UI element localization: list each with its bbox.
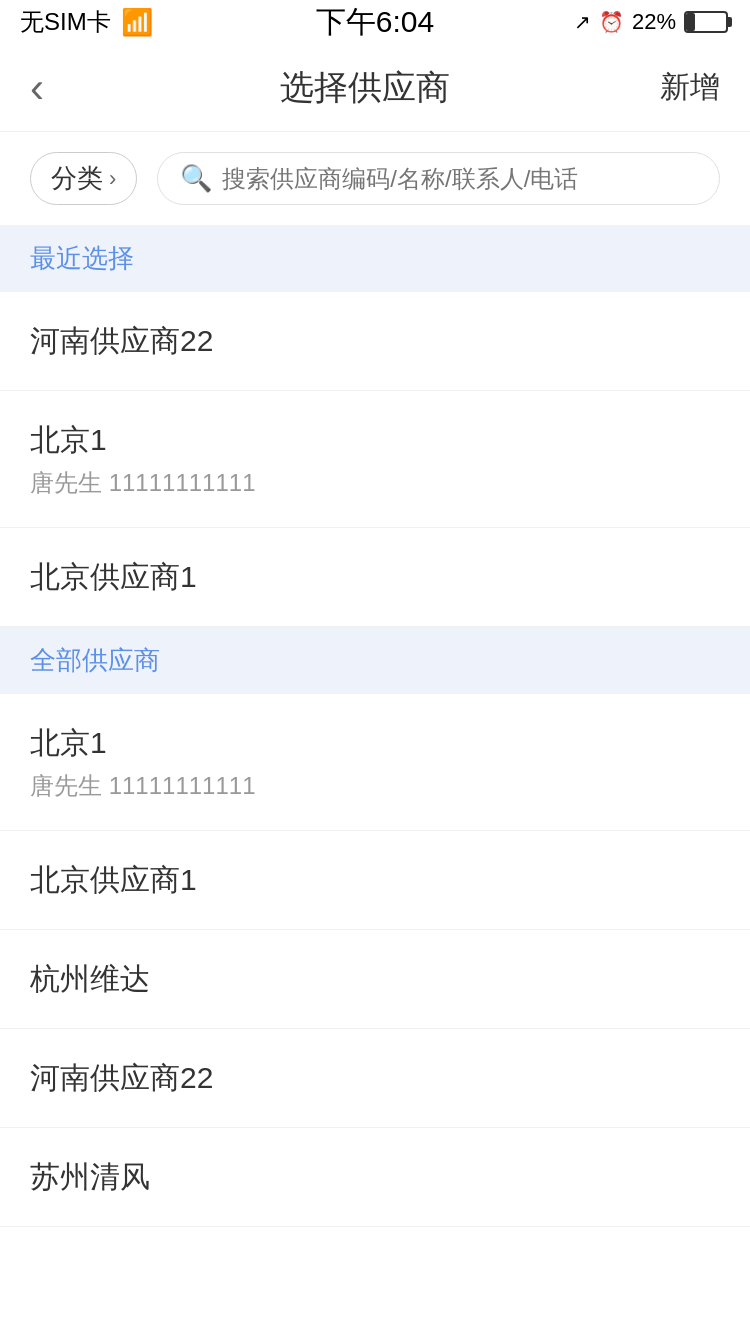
page-title: 选择供应商 bbox=[280, 65, 450, 111]
category-label: 分类 bbox=[51, 161, 103, 196]
item-name: 河南供应商22 bbox=[30, 320, 720, 362]
battery-icon bbox=[684, 11, 730, 33]
item-name: 北京1 bbox=[30, 419, 720, 461]
all-section-label: 全部供应商 bbox=[30, 645, 160, 675]
nav-bar: ‹ 选择供应商 新增 bbox=[0, 44, 750, 132]
item-name: 杭州维达 bbox=[30, 958, 720, 1000]
list-item[interactable]: 北京1 唐先生 11111111111 bbox=[0, 694, 750, 831]
item-name: 北京供应商1 bbox=[30, 556, 720, 598]
status-left: 无SIM卡 📶 bbox=[20, 6, 153, 38]
item-name: 北京供应商1 bbox=[30, 859, 720, 901]
alarm-icon: ⏰ bbox=[599, 10, 624, 34]
location-icon: ↗ bbox=[574, 10, 591, 34]
status-right: ↗ ⏰ 22% bbox=[574, 9, 730, 35]
item-name: 河南供应商22 bbox=[30, 1057, 720, 1099]
list-item[interactable]: 苏州清风 bbox=[0, 1128, 750, 1227]
recent-section-label: 最近选择 bbox=[30, 243, 134, 273]
filter-row: 分类 › 🔍 bbox=[0, 132, 750, 225]
list-item[interactable]: 杭州维达 bbox=[0, 930, 750, 1029]
back-button[interactable]: ‹ bbox=[30, 64, 90, 112]
all-list: 北京1 唐先生 11111111111 北京供应商1 杭州维达河南供应商22 苏州清风 bbox=[0, 694, 750, 1227]
status-bar: 无SIM卡 📶 下午6:04 ↗ ⏰ 22% bbox=[0, 0, 750, 44]
list-item[interactable]: 河南供应商22 bbox=[0, 1029, 750, 1128]
search-input[interactable] bbox=[222, 165, 697, 193]
list-item[interactable]: 北京供应商1 bbox=[0, 528, 750, 627]
list-item[interactable]: 北京1 唐先生 11111111111 bbox=[0, 391, 750, 528]
list-item[interactable]: 河南供应商22 bbox=[0, 292, 750, 391]
battery-percentage: 22% bbox=[632, 9, 676, 35]
category-filter-button[interactable]: 分类 › bbox=[30, 152, 137, 205]
status-time: 下午6:04 bbox=[316, 2, 434, 43]
search-box: 🔍 bbox=[157, 152, 720, 205]
wifi-icon: 📶 bbox=[121, 7, 153, 38]
item-sub: 唐先生 11111111111 bbox=[30, 770, 720, 802]
item-name: 苏州清风 bbox=[30, 1156, 720, 1198]
chevron-right-icon: › bbox=[109, 166, 116, 192]
list-item[interactable]: 北京供应商1 bbox=[0, 831, 750, 930]
add-button[interactable]: 新增 bbox=[640, 67, 720, 108]
item-sub: 唐先生 11111111111 bbox=[30, 467, 720, 499]
search-icon: 🔍 bbox=[180, 163, 212, 194]
recent-section-header: 最近选择 bbox=[0, 225, 750, 292]
no-sim-label: 无SIM卡 bbox=[20, 6, 111, 38]
recent-list: 河南供应商22 北京1 唐先生 11111111111 北京供应商1 bbox=[0, 292, 750, 627]
item-name: 北京1 bbox=[30, 722, 720, 764]
all-section-header: 全部供应商 bbox=[0, 627, 750, 694]
